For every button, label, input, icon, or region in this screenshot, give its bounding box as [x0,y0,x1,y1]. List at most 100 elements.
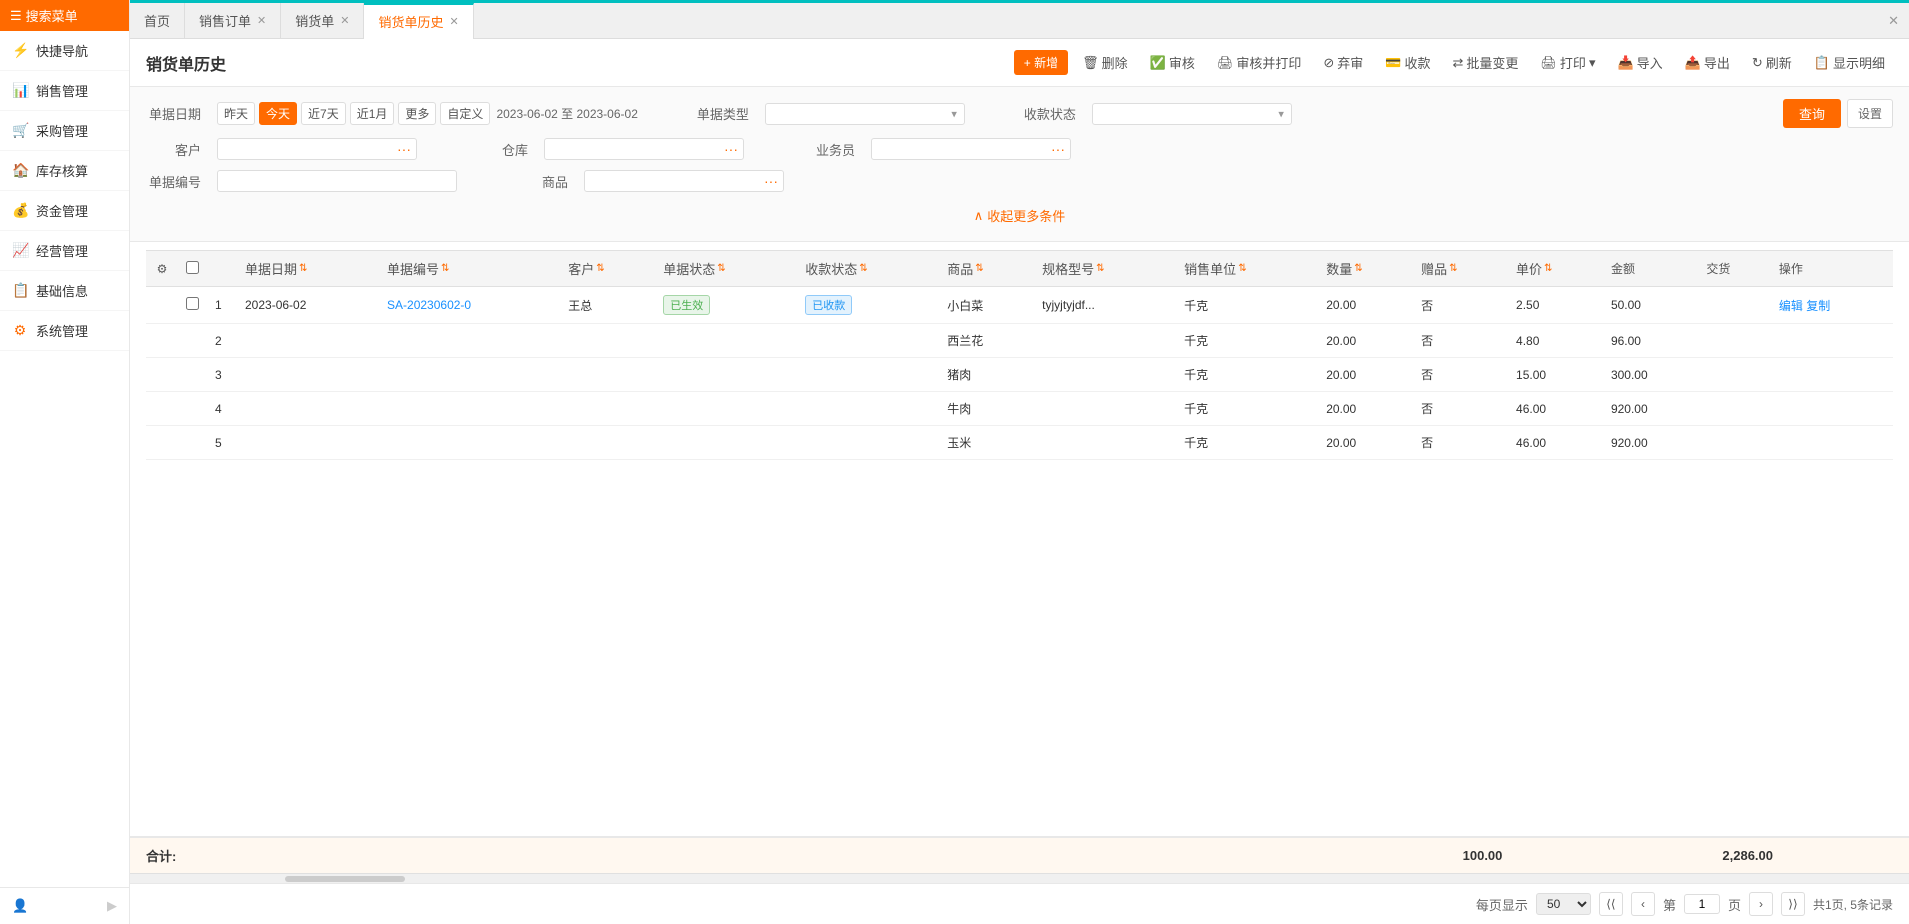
week-btn[interactable]: 近7天 [301,102,346,125]
more-btn[interactable]: 更多 [398,102,436,125]
add-button[interactable]: + 新增 [1014,50,1068,75]
sidebar: ☰ 搜索菜单 ⚡ 快捷导航 📊 销售管理 🛒 采购管理 🏠 库存核算 💰 资金管… [0,0,130,924]
sidebar-item-operations[interactable]: 📈 经营管理 [0,231,129,271]
last-page-btn[interactable]: ⟩⟩ [1781,892,1805,916]
salesperson-ellipsis-icon[interactable]: ··· [1051,141,1065,157]
customer-input[interactable] [217,138,417,160]
tab-sales-order[interactable]: 销售订单 ✕ [185,3,281,39]
op-link[interactable]: 复制 [1806,299,1830,313]
sidebar-item-inventory[interactable]: 🏠 库存核算 [0,151,129,191]
prev-page-btn[interactable]: ‹ [1631,892,1655,916]
sidebar-item-sales-mgmt[interactable]: 📊 销售管理 [0,71,129,111]
sidebar-item-label: 库存核算 [36,161,88,180]
gear-th[interactable]: ⚙ [146,251,178,287]
per-page-select[interactable]: 50 100 200 [1536,893,1591,915]
import-button[interactable]: 📥 导入 [1609,49,1670,76]
scrollbar-thumb[interactable] [285,876,405,882]
show-detail-button[interactable]: 📋 显示明细 [1806,49,1893,76]
tab-sales-invoice[interactable]: 销货单 ✕ [281,3,364,39]
sidebar-bottom: 👤 ▶ [0,887,129,924]
unit-th[interactable]: 销售单位⇅ [1176,251,1318,287]
warehouse-ellipsis-icon[interactable]: ··· [724,141,738,157]
gear-cell [146,324,178,358]
setting-button[interactable]: 设置 [1847,99,1893,128]
yesterday-btn[interactable]: 昨天 [217,102,255,125]
sidebar-item-system[interactable]: ⚙ 系统管理 [0,311,129,351]
doc-status-th-label: 单据状态 [663,259,715,278]
sidebar-item-quick-nav[interactable]: ⚡ 快捷导航 [0,31,129,71]
doc-number-link[interactable]: SA-20230602-0 [387,298,471,312]
total-quantity: 100.00 [1463,848,1503,863]
abandon-icon: ⊘ [1323,55,1334,71]
goods-cell: 牛肉 [939,392,1034,426]
close-all-tabs-btn[interactable]: ✕ [1878,13,1909,29]
doc-status-th[interactable]: 单据状态⇅ [655,251,797,287]
salesperson-input[interactable] [871,138,1071,160]
horizontal-scrollbar[interactable] [130,873,1909,883]
customer-th[interactable]: 客户⇅ [560,251,655,287]
number-th[interactable]: 单据编号⇅ [379,251,560,287]
spec-sort-icon: ⇅ [1096,263,1104,274]
month-btn[interactable]: 近1月 [350,102,395,125]
select-all-checkbox[interactable] [186,261,199,274]
collapse-icon[interactable]: ▶ [107,898,117,914]
spec-th[interactable]: 规格型号⇅ [1034,251,1176,287]
goods-input[interactable] [584,170,784,192]
goods-ellipsis-icon[interactable]: ··· [764,173,778,189]
date-th[interactable]: 单据日期⇅ [237,251,379,287]
tab-sales-order-close[interactable]: ✕ [257,14,266,27]
date-range: 2023-06-02 至 2023-06-02 [496,105,637,122]
gift-th[interactable]: 赠品⇅ [1413,251,1508,287]
delete-button[interactable]: 🗑 删除 [1074,49,1136,76]
amount-cell: 920.00 [1603,392,1698,426]
tab-sales-invoice-close[interactable]: ✕ [340,14,349,27]
search-menu-btn[interactable]: ☰ 搜索菜单 [0,0,129,31]
collection-status-select[interactable] [1092,103,1292,125]
sidebar-item-purchase-mgmt[interactable]: 🛒 采购管理 [0,111,129,151]
operations-icon: 📈 [12,242,28,259]
sidebar-item-basic-info[interactable]: 📋 基础信息 [0,271,129,311]
tab-home[interactable]: 首页 [130,3,185,39]
doc-number-input[interactable] [217,170,457,192]
quantity-th-label: 数量 [1326,259,1352,278]
print-button[interactable]: 🖨 打印 ▾ [1532,49,1603,76]
query-button[interactable]: 查询 [1783,99,1841,128]
customer-ellipsis-icon[interactable]: ··· [397,141,411,157]
quantity-th[interactable]: 数量⇅ [1318,251,1413,287]
op-link[interactable]: 编辑 [1779,299,1803,313]
page-number-input[interactable] [1684,894,1720,914]
import-icon: 📥 [1617,55,1633,71]
sidebar-item-label: 销售管理 [36,81,88,100]
price-th[interactable]: 单价⇅ [1508,251,1603,287]
row-checkbox[interactable] [186,297,199,310]
tab-sales-history-close[interactable]: ✕ [450,15,459,28]
sidebar-item-finance[interactable]: 💰 资金管理 [0,191,129,231]
tab-home-label: 首页 [144,11,170,30]
print-dropdown-icon: ▾ [1589,55,1596,71]
date-shortcuts: 昨天 今天 近7天 近1月 更多 自定义 [217,102,490,125]
batch-change-icon: ⇄ [1452,55,1463,71]
date-label: 单据日期 [146,104,201,123]
doc-type-select[interactable] [765,103,965,125]
batch-change-button[interactable]: ⇄ 批量变更 [1444,49,1526,76]
collapse-button[interactable]: ∧ 收起更多条件 [146,202,1893,229]
next-page-btn[interactable]: › [1749,892,1773,916]
goods-cell: 玉米 [939,426,1034,460]
today-btn[interactable]: 今天 [259,102,297,125]
warehouse-input-wrapper: ··· [544,138,744,160]
collection-status-th[interactable]: 收款状态⇅ [797,251,939,287]
warehouse-input[interactable] [544,138,744,160]
review-button[interactable]: ✅ 审核 [1142,49,1203,76]
tab-sales-history[interactable]: 销货单历史 ✕ [364,3,473,39]
refresh-button[interactable]: ↻ 刷新 [1744,49,1800,76]
export-button[interactable]: 📤 导出 [1677,49,1738,76]
custom-btn[interactable]: 自定义 [440,102,490,125]
first-page-btn[interactable]: ⟨⟨ [1599,892,1623,916]
review-print-button[interactable]: 🖨 审核并打印 [1209,49,1310,76]
collect-button[interactable]: 💳 收款 [1377,49,1438,76]
ops-cell [1771,358,1893,392]
goods-th[interactable]: 商品⇅ [939,251,1034,287]
amount-cell: 300.00 [1603,358,1698,392]
gift-cell: 否 [1413,324,1508,358]
abandon-button[interactable]: ⊘ 弃审 [1315,49,1371,76]
